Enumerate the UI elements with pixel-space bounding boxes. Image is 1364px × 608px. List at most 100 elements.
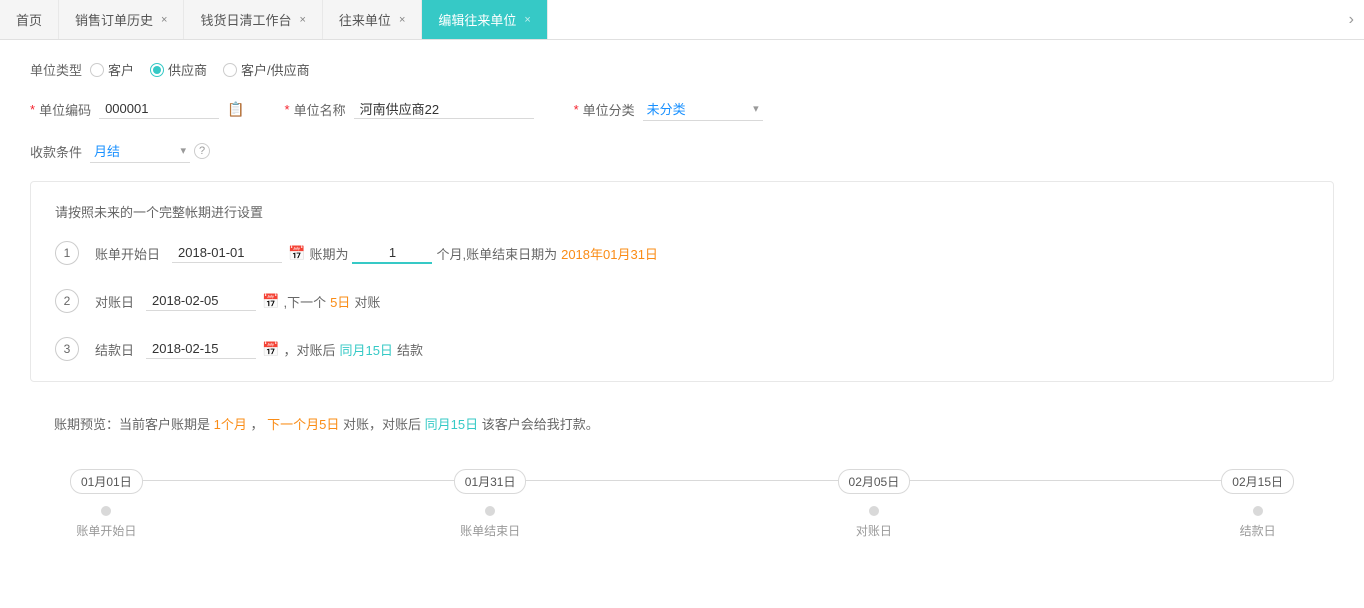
step-1-num: 1	[55, 241, 79, 265]
timeline-spacer-2	[526, 481, 837, 482]
unit-type-field: 单位类型 客户 供应商 客户/供应商	[30, 60, 310, 79]
payment-terms-dropdown[interactable]: 月结 ▾	[90, 139, 190, 163]
period-value-input[interactable]	[352, 243, 432, 264]
step-3-date-input[interactable]	[146, 339, 256, 359]
page-content: 单位类型 客户 供应商 客户/供应商 * 单位编码	[0, 40, 1364, 608]
payment-terms-value: 月结	[94, 141, 176, 160]
unit-name-field: * 单位名称	[285, 99, 534, 119]
calendar-icon[interactable]: 📅	[288, 245, 305, 262]
timeline-badge-1: 01月31日	[454, 469, 527, 494]
unit-category-dropdown[interactable]: 未分类 ▾	[643, 97, 763, 121]
payment-terms-field: 收款条件 月结 ▾ ?	[30, 139, 210, 163]
step-3-label: 结款日	[95, 340, 134, 359]
step-2-suffix: 对账	[354, 292, 380, 311]
unit-type-row: 单位类型 客户 供应商 客户/供应商	[30, 60, 1334, 79]
timeline-dot-3	[1253, 506, 1263, 516]
radio-circle-customer	[90, 63, 104, 77]
step-2-row: 2 对账日 📅 ,下一个 5日 对账	[55, 289, 1309, 313]
payment-terms-row: 收款条件 月结 ▾ ?	[30, 139, 1334, 163]
unit-type-label: 单位类型	[30, 60, 82, 79]
calendar-icon[interactable]: 📅	[262, 341, 279, 358]
step-3-suffix: 结款	[397, 340, 423, 359]
section-title: 请按照未来的一个完整帐期进行设置	[55, 202, 1309, 221]
step-2-date-input[interactable]	[146, 291, 256, 311]
timeline-spacer-1	[143, 481, 454, 482]
preview-mid2: 对账，对账后	[343, 417, 421, 432]
step-2-num: 2	[55, 289, 79, 313]
tab-sales-history[interactable]: 销售订单历史 ×	[59, 0, 184, 39]
help-icon[interactable]: ?	[194, 143, 210, 159]
timeline-node-3: 02月15日 结款日	[1221, 469, 1294, 539]
tab-bar: 首页 销售订单历史 × 钱货日清工作台 × 往来单位 × 编辑往来单位 × ›	[0, 0, 1364, 40]
preview-p2: 下一个月5日	[267, 417, 339, 432]
period-unit: 个月,账单结束日期为	[436, 244, 557, 263]
chevron-down-icon: ▾	[753, 102, 759, 115]
preview-p1: 1个月	[214, 417, 247, 432]
required-star: *	[574, 102, 579, 117]
timeline-node-2: 02月05日 对账日	[838, 469, 911, 539]
period-label: 账期为	[309, 244, 348, 263]
step-3-prefix: ，对账后	[283, 340, 335, 359]
timeline-badge-2: 02月05日	[838, 469, 911, 494]
unit-code-field: * 单位编码 📋	[30, 99, 245, 119]
step-1-label: 账单开始日	[95, 244, 160, 263]
unit-category-label: 单位分类	[583, 100, 635, 119]
required-star: *	[285, 102, 290, 117]
step-2-highlight: 5日	[330, 292, 350, 311]
close-icon[interactable]: ×	[299, 14, 305, 26]
timeline-spacer-3	[910, 481, 1221, 482]
tab-more-button[interactable]: ›	[1339, 0, 1364, 39]
preview-suffix: 该客户会给我打款。	[482, 417, 599, 432]
tab-home[interactable]: 首页	[0, 0, 59, 39]
step-3-row: 3 结款日 📅 ，对账后 同月15日 结款	[55, 337, 1309, 361]
radio-circle-both	[223, 63, 237, 77]
unit-code-label: 单位编码	[39, 100, 91, 119]
close-icon[interactable]: ×	[161, 14, 167, 26]
timeline-badge-0: 01月01日	[70, 469, 143, 494]
timeline-node-1: 01月31日 账单结束日	[454, 469, 527, 539]
required-star: *	[30, 102, 35, 117]
timeline-label-2: 对账日	[856, 522, 892, 539]
unit-category-field: * 单位分类 未分类 ▾	[574, 97, 763, 121]
timeline-badge-3: 02月15日	[1221, 469, 1294, 494]
preview-p3: 同月15日	[425, 417, 478, 432]
step-1-date-input[interactable]	[172, 243, 282, 263]
chevron-down-icon: ▾	[180, 144, 186, 157]
step-3-highlight: 同月15日	[339, 340, 392, 359]
timeline-dot-2	[869, 506, 879, 516]
radio-customer[interactable]: 客户	[90, 60, 134, 79]
tab-partner[interactable]: 往来单位 ×	[323, 0, 422, 39]
period-section: 请按照未来的一个完整帐期进行设置 1 账单开始日 📅 账期为 个月,账单结束日期…	[30, 181, 1334, 382]
step-2-label: 对账日	[95, 292, 134, 311]
tab-cash-work[interactable]: 钱货日清工作台 ×	[184, 0, 322, 39]
step-2-prefix: ,下一个	[283, 292, 326, 311]
timeline: 01月01日 账单开始日 01月31日 账单结束日 02月05日 对账日 02月…	[30, 449, 1334, 549]
timeline-label-1: 账单结束日	[460, 522, 520, 539]
unit-type-radio-group: 客户 供应商 客户/供应商	[90, 60, 310, 79]
radio-circle-supplier	[150, 63, 164, 77]
unit-name-input[interactable]	[354, 99, 534, 119]
tab-edit-partner[interactable]: 编辑往来单位 ×	[422, 0, 547, 39]
calendar-icon[interactable]: 📅	[262, 293, 279, 310]
unit-code-input[interactable]	[99, 99, 219, 119]
preview-prefix: 账期预览：当前客户账期是	[54, 417, 210, 432]
preview-mid1: ，	[251, 417, 264, 432]
timeline-label-0: 账单开始日	[76, 522, 136, 539]
timeline-node-0: 01月01日 账单开始日	[70, 469, 143, 539]
unit-name-label: 单位名称	[294, 100, 346, 119]
step-1-row: 1 账单开始日 📅 账期为 个月,账单结束日期为 2018年01月31日	[55, 241, 1309, 265]
unit-category-value: 未分类	[647, 99, 749, 118]
radio-both[interactable]: 客户/供应商	[223, 60, 310, 79]
copy-icon[interactable]: 📋	[227, 101, 244, 118]
step-3-num: 3	[55, 337, 79, 361]
timeline-dot-1	[485, 506, 495, 516]
radio-supplier[interactable]: 供应商	[150, 60, 207, 79]
timeline-dot-0	[101, 506, 111, 516]
payment-terms-label: 收款条件	[30, 142, 82, 161]
close-icon[interactable]: ×	[399, 14, 405, 26]
close-icon[interactable]: ×	[524, 14, 530, 26]
timeline-label-3: 结款日	[1240, 522, 1276, 539]
unit-info-row: * 单位编码 📋 * 单位名称 * 单位分类 未分类 ▾	[30, 97, 1334, 121]
preview-section: 账期预览：当前客户账期是 1个月 ， 下一个月5日 对账，对账后 同月15日 该…	[30, 398, 1334, 449]
period-end-date: 2018年01月31日	[561, 244, 658, 263]
